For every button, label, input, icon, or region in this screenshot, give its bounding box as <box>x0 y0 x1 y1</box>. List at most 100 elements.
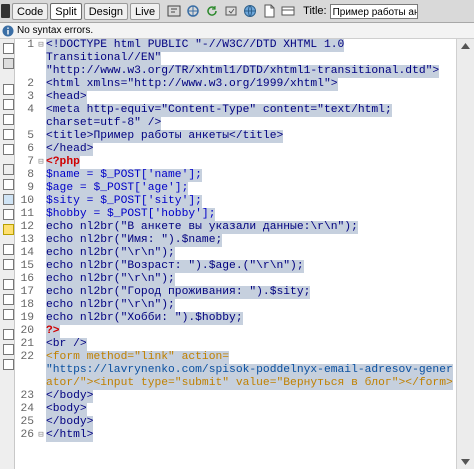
code-view-button[interactable]: Code <box>12 2 49 20</box>
code-line: 7 ⊟ <?php <box>15 156 80 169</box>
code-text: echo nl2br("Хобби: ").$hobby; <box>46 312 243 325</box>
code-line: 14 echo nl2br("\r\n"); <box>15 247 175 260</box>
code-line: 21 <br /> <box>15 338 87 351</box>
code-line: 10 $sity = $_POST['sity']; <box>15 195 202 208</box>
code-text: echo nl2br("Возраст: ").$age.("\r\n"); <box>46 260 304 273</box>
design-view-button[interactable]: Design <box>83 2 128 20</box>
code-line: 17 echo nl2br("Город проживания: ").$sity… <box>15 286 311 299</box>
fold-toggle-icon[interactable]: ⊟ <box>36 429 46 442</box>
code-text: echo nl2br("\r\n"); <box>46 247 175 260</box>
view-options-icon[interactable] <box>281 4 295 18</box>
code-text: ator/"><input type="submit" value="Верну… <box>46 377 453 390</box>
highlight-invalid-code-icon[interactable] <box>3 179 14 190</box>
syntax-coloring-icon[interactable] <box>3 194 14 205</box>
line-number: 4 <box>27 104 34 116</box>
refresh-icon[interactable] <box>205 4 219 18</box>
code-line: 3 <head> <box>15 91 87 104</box>
line-number <box>15 117 36 130</box>
title-field[interactable]: Пример работы ан <box>329 3 418 19</box>
apply-comment-icon[interactable] <box>3 244 14 255</box>
line-number: 3 <box>27 91 34 103</box>
collapse-tag-icon[interactable] <box>3 84 14 95</box>
code-text: <?php <box>46 156 80 169</box>
line-number: 10 <box>20 195 34 207</box>
line-number: 2 <box>27 78 34 90</box>
outdent-code-icon[interactable] <box>3 344 14 355</box>
code-editor[interactable]: 1 ⊟ <!DOCTYPE html PUBLIC "-//W3C//DTD XHT… <box>15 39 456 469</box>
wrap-tag-icon[interactable] <box>3 279 14 290</box>
code-line: ator/"><input type="submit" value="Верну… <box>15 377 453 390</box>
line-number: 6 <box>27 143 34 155</box>
collapse-selection-icon[interactable] <box>3 99 14 110</box>
indent-code-icon[interactable] <box>3 329 14 340</box>
select-parent-tag-icon[interactable] <box>3 129 14 140</box>
code-text: <form method="link" action= <box>46 351 230 364</box>
code-line: 12 echo nl2br("В анкете вы указали данные… <box>15 221 358 234</box>
browser-compat-icon[interactable] <box>186 4 200 18</box>
line-numbers-icon[interactable] <box>3 164 14 175</box>
line-number: 15 <box>20 260 34 272</box>
format-source-icon[interactable] <box>3 359 14 370</box>
code-line: 22 <form method="link" action= <box>15 351 230 364</box>
code-text: ?> <box>46 325 60 338</box>
scroll-down-icon[interactable] <box>457 455 474 469</box>
fold-toggle-icon[interactable]: ⊟ <box>36 39 46 52</box>
code-line: 23 </body> <box>15 390 94 403</box>
open-documents-icon[interactable] <box>3 43 14 54</box>
line-number: 19 <box>20 312 34 324</box>
line-number <box>15 65 36 78</box>
line-number: 25 <box>20 416 34 428</box>
code-text: echo nl2br("В анкете вы указали данные:\… <box>46 221 358 234</box>
line-number: 24 <box>20 403 34 415</box>
code-text: <title>Пример работы анкеты</title> <box>46 130 284 143</box>
line-number: 22 <box>20 351 34 363</box>
vertical-scrollbar[interactable] <box>456 39 474 469</box>
snippets-icon[interactable] <box>3 224 14 235</box>
code-line: 26 ⊟ </html> <box>15 429 94 442</box>
syntax-status-text: No syntax errors. <box>17 25 94 36</box>
code-line: 24 <body> <box>15 403 87 416</box>
code-line: charset=utf-8" /> <box>15 117 162 130</box>
code-line: 16 echo nl2br("\r\n"); <box>15 273 175 286</box>
line-number: 23 <box>20 390 34 402</box>
show-code-navigator-icon[interactable] <box>3 58 14 69</box>
code-line: 1 ⊟ <!DOCTYPE html PUBLIC "-//W3C//DTD XHT… <box>15 39 345 52</box>
line-number <box>15 52 36 65</box>
fold-toggle-icon[interactable]: ⊟ <box>36 156 46 169</box>
code-line: 19 echo nl2br("Хобби: ").$hobby; <box>15 312 243 325</box>
scroll-up-icon[interactable] <box>457 39 474 53</box>
code-text: "http://www.w3.org/TR/xhtml1/DTD/xhtml1-… <box>46 65 440 78</box>
title-label: Title: <box>303 5 327 17</box>
line-number: 11 <box>20 208 34 220</box>
preview-globe-icon[interactable] <box>243 4 257 18</box>
line-number: 8 <box>27 169 34 181</box>
line-number: 20 <box>20 325 34 337</box>
split-view-button[interactable]: Split <box>50 2 82 20</box>
syntax-status-bar: No syntax errors. <box>0 23 474 39</box>
move-css-icon[interactable] <box>3 309 14 320</box>
balance-braces-icon[interactable] <box>3 144 14 155</box>
visual-aids-icon[interactable] <box>224 4 238 18</box>
expand-all-icon[interactable] <box>3 114 14 125</box>
code-line: 20 ?> <box>15 325 60 338</box>
line-number: 1 <box>27 39 34 51</box>
info-icon <box>2 25 14 36</box>
code-line: 18 echo nl2br("\r\n"); <box>15 299 175 312</box>
recent-snippets-icon[interactable] <box>3 294 14 305</box>
code-text: </head> <box>46 143 94 156</box>
document-toolbar: Code Split Design Live Title: Пример раб… <box>0 0 474 23</box>
inspect-icon[interactable] <box>167 4 181 18</box>
file-options-icon[interactable] <box>262 4 276 18</box>
remove-comment-icon[interactable] <box>3 259 14 270</box>
code-line: 5 <title>Пример работы анкеты</title> <box>15 130 284 143</box>
live-view-button[interactable]: Live <box>129 2 161 20</box>
code-text: echo nl2br("\r\n"); <box>46 299 175 312</box>
code-line: 4 <meta http-equiv="Content-Type" content… <box>15 104 392 117</box>
line-number: 21 <box>20 338 34 350</box>
coding-toolbar <box>0 39 15 469</box>
code-line: Transitional//EN" <box>15 52 162 65</box>
code-text: <head> <box>46 91 87 104</box>
code-text: <html xmlns="http://www.w3.org/1999/xhtm… <box>46 78 338 91</box>
code-line: 25 </body> <box>15 416 94 429</box>
auto-indent-icon[interactable] <box>3 209 14 220</box>
